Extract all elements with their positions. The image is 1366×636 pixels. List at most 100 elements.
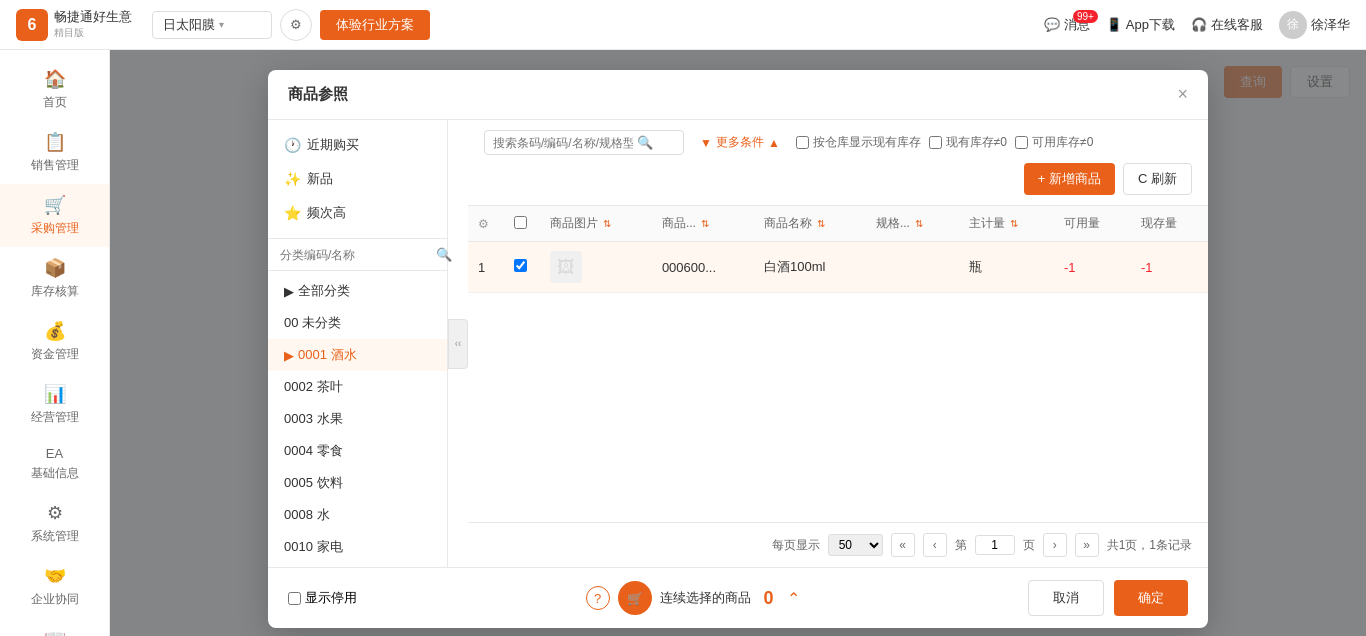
category-snack-label: 0004 零食 — [284, 442, 343, 460]
col-image-label: 商品图片 — [550, 216, 598, 230]
page-number-input[interactable] — [975, 535, 1015, 555]
dialog-close-button[interactable]: × — [1177, 84, 1188, 105]
show-disabled-input[interactable] — [288, 592, 301, 605]
sidebar: 🏠 首页 📋 销售管理 🛒 采购管理 📦 库存核算 💰 资金管理 📊 经营管理 … — [0, 50, 110, 636]
show-disabled-checkbox[interactable]: 显示停用 — [288, 589, 357, 607]
stock-neq-checkbox[interactable]: 现有库存≠0 — [929, 134, 1007, 151]
cart-button[interactable]: 🛒 — [618, 581, 652, 615]
col-settings[interactable]: ⚙ — [468, 206, 504, 242]
cell-checkbox[interactable] — [504, 242, 540, 293]
sidebar-item-business[interactable]: 📊 经营管理 — [0, 373, 109, 436]
confirm-button[interactable]: 确定 — [1114, 580, 1188, 616]
category-search-input[interactable] — [280, 248, 430, 262]
tab-recent-purchase[interactable]: 🕐 近期购买 — [268, 128, 447, 162]
help-button[interactable]: ? — [586, 586, 610, 610]
cancel-button[interactable]: 取消 — [1028, 580, 1104, 616]
category-snack[interactable]: 0004 零食 — [268, 435, 447, 467]
col-unit[interactable]: 主计量 ⇅ — [959, 206, 1054, 242]
next-page-button[interactable]: › — [1043, 533, 1067, 557]
col-name[interactable]: 商品名称 ⇅ — [754, 206, 866, 242]
table-row[interactable]: 1 🖼 — [468, 242, 1208, 293]
warehouse-checkbox-label: 按仓库显示现有库存 — [813, 134, 921, 151]
filter-up-icon: ▲ — [768, 136, 780, 150]
cell-image: 🖼 — [540, 242, 652, 293]
category-drink[interactable]: 0005 饮料 — [268, 467, 447, 499]
purchase-icon: 🛒 — [44, 194, 66, 216]
collapse-up-icon[interactable]: ⌃ — [787, 589, 800, 608]
tab-new-product[interactable]: ✨ 新品 — [268, 162, 447, 196]
collapse-button[interactable]: ‹‹ — [448, 319, 468, 369]
category-tea[interactable]: 0002 茶叶 — [268, 371, 447, 403]
select-all-checkbox[interactable] — [514, 216, 527, 229]
page-suffix: 页 — [1023, 537, 1035, 554]
sidebar-item-basic[interactable]: EA 基础信息 — [0, 436, 109, 492]
per-page-select[interactable]: 20 50 100 — [828, 534, 883, 556]
product-search-input[interactable] — [493, 136, 633, 150]
col-spec-label: 规格... — [876, 216, 910, 230]
usable-neq-checkbox-input[interactable] — [1015, 136, 1028, 149]
col-unit-label: 主计量 — [969, 216, 1005, 230]
filter-button[interactable]: ▼ 更多条件 ▲ — [692, 130, 788, 155]
sidebar-item-guide[interactable]: 📖 新手引导 — [0, 618, 109, 636]
sidebar-item-finance[interactable]: 💰 资金管理 — [0, 310, 109, 373]
stock-neq-checkbox-input[interactable] — [929, 136, 942, 149]
category-drink-label: 0005 饮料 — [284, 474, 343, 492]
column-settings-icon[interactable]: ⚙ — [478, 217, 489, 231]
add-product-button[interactable]: + 新增商品 — [1024, 163, 1115, 195]
row-checkbox[interactable] — [514, 259, 527, 272]
cell-name: 白酒100ml — [754, 242, 866, 293]
sidebar-item-inventory[interactable]: 📦 库存核算 — [0, 247, 109, 310]
store-selector[interactable]: 日太阳膜 ▾ — [152, 11, 272, 39]
warehouse-display-checkbox[interactable]: 按仓库显示现有库存 — [796, 134, 921, 151]
mobile-icon: 📱 — [1106, 17, 1122, 32]
usable-neq-checkbox[interactable]: 可用库存≠0 — [1015, 134, 1093, 151]
category-all[interactable]: ▶ 全部分类 — [268, 275, 447, 307]
dialog-title: 商品参照 — [288, 85, 348, 104]
search-submit-icon[interactable]: 🔍 — [637, 135, 653, 150]
main-layout: 🏠 首页 📋 销售管理 🛒 采购管理 📦 库存核算 💰 资金管理 📊 经营管理 … — [0, 50, 1366, 636]
page-word: 第 — [955, 537, 967, 554]
last-page-button[interactable]: » — [1075, 533, 1099, 557]
trial-button[interactable]: 体验行业方案 — [320, 10, 430, 40]
settings-gear-button[interactable]: ⚙ — [280, 9, 312, 41]
cell-spec — [866, 242, 959, 293]
col-image[interactable]: 商品图片 ⇅ — [540, 206, 652, 242]
online-service-button[interactable]: 🎧 在线客服 — [1191, 16, 1263, 34]
sidebar-item-enterprise[interactable]: 🤝 企业协同 — [0, 555, 109, 618]
message-button[interactable]: 💬 消息 99+ — [1044, 16, 1090, 34]
category-liquor[interactable]: ▶ 0001 酒水 — [268, 339, 447, 371]
category-uncategorized[interactable]: 00 未分类 — [268, 307, 447, 339]
cart-count: 0 — [759, 588, 779, 609]
tab-frequent[interactable]: ⭐ 频次高 — [268, 196, 447, 230]
stock-neq-label: 现有库存≠0 — [946, 134, 1007, 151]
dialog-left-panel: 🕐 近期购买 ✨ 新品 ⭐ 频次高 — [268, 120, 448, 567]
sidebar-item-home[interactable]: 🏠 首页 — [0, 58, 109, 121]
col-spec[interactable]: 规格... ⇅ — [866, 206, 959, 242]
category-appliance[interactable]: 0010 家电 — [268, 531, 447, 563]
logo-icon: 6 — [16, 9, 48, 41]
tab-frequent-label: 频次高 — [307, 204, 346, 222]
category-water[interactable]: 0008 水 — [268, 499, 447, 531]
search-icon[interactable]: 🔍 — [436, 247, 452, 262]
warehouse-checkbox-input[interactable] — [796, 136, 809, 149]
col-usable-label: 可用量 — [1064, 216, 1100, 230]
filter-label: 更多条件 — [716, 134, 764, 151]
refresh-button[interactable]: C 刷新 — [1123, 163, 1192, 195]
app-download-button[interactable]: 📱 App下载 — [1106, 16, 1175, 34]
prev-page-button[interactable]: ‹ — [923, 533, 947, 557]
sidebar-item-sales[interactable]: 📋 销售管理 — [0, 121, 109, 184]
quick-tabs: 🕐 近期购买 ✨ 新品 ⭐ 频次高 — [268, 120, 447, 239]
category-fruit[interactable]: 0003 水果 — [268, 403, 447, 435]
cell-code: 000600... — [652, 242, 754, 293]
col-code[interactable]: 商品... ⇅ — [652, 206, 754, 242]
sidebar-item-system[interactable]: ⚙ 系统管理 — [0, 492, 109, 555]
category-list: ▶ 全部分类 00 未分类 ▶ 0001 酒水 0002 茶 — [268, 271, 447, 567]
headset-icon: 🎧 — [1191, 17, 1207, 32]
product-reference-dialog: 商品参照 × 🕐 近期购买 ✨ — [268, 70, 1208, 628]
image-placeholder-icon: 🖼 — [557, 257, 575, 278]
col-name-label: 商品名称 — [764, 216, 812, 230]
user-avatar[interactable]: 徐 徐泽华 — [1279, 11, 1350, 39]
sidebar-item-purchase[interactable]: 🛒 采购管理 — [0, 184, 109, 247]
app-label: App下载 — [1126, 16, 1175, 34]
first-page-button[interactable]: « — [891, 533, 915, 557]
